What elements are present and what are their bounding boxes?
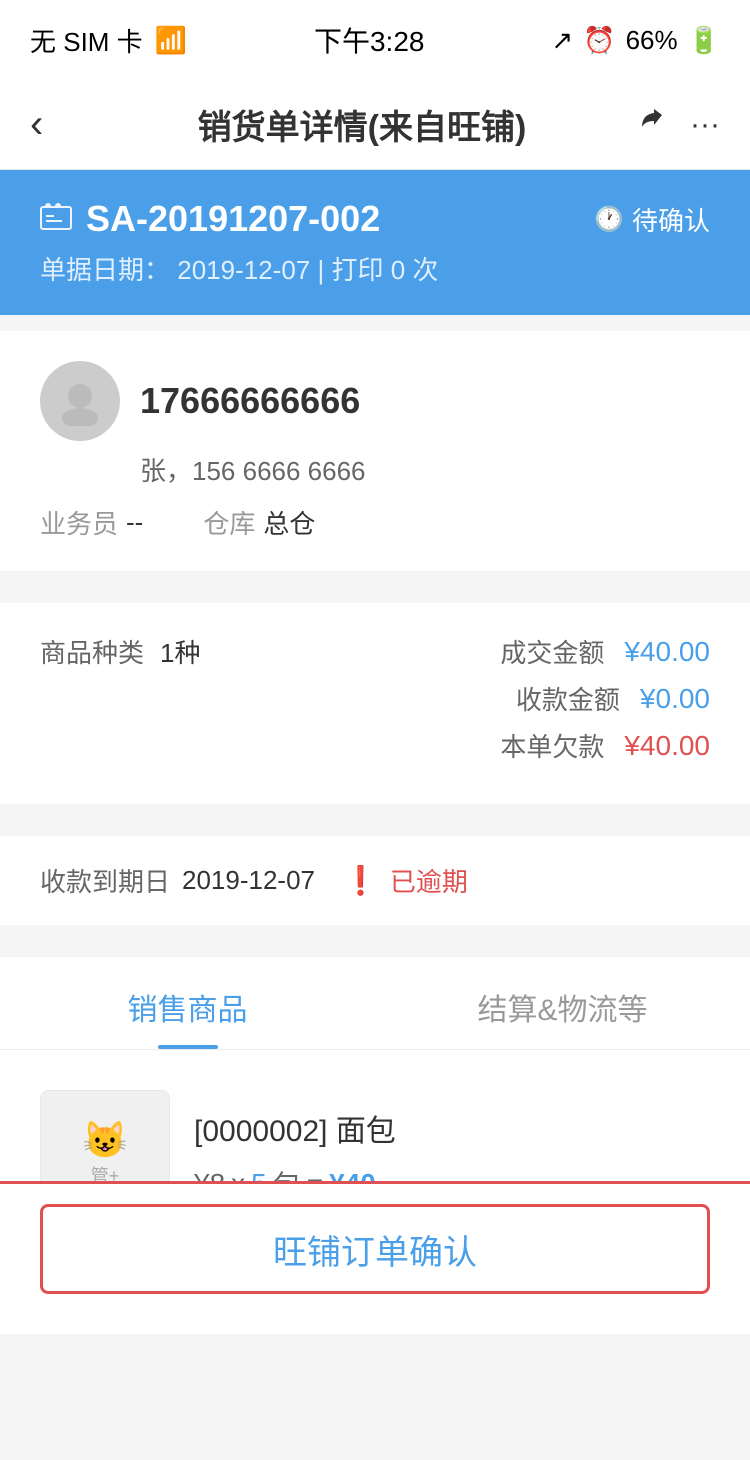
battery-icon: 🔋: [688, 25, 720, 56]
order-header-row: SA-20191207-002 🕐 待确认: [40, 198, 710, 240]
summary-right: 成交金额 ¥40.00 收款金额 ¥0.00 本单欠款 ¥40.00: [500, 633, 710, 774]
page-title: 销货单详情(来自旺铺): [90, 100, 634, 149]
received-value: ¥0.00: [640, 683, 710, 715]
received-label: 收款金额: [516, 680, 620, 717]
divider-3: [0, 820, 750, 836]
product-name: [0000002] 面包: [194, 1106, 710, 1150]
status-text: 待确认: [632, 201, 710, 238]
more-button[interactable]: ···: [690, 108, 720, 142]
salesperson-value: --: [126, 507, 143, 538]
warehouse-value: 总仓: [263, 504, 315, 541]
overdue-icon: ❗: [343, 864, 378, 897]
order-header-card: SA-20191207-002 🕐 待确认 单据日期： 2019-12-07 |…: [0, 170, 750, 315]
customer-phone: 17666666666: [140, 380, 360, 422]
product-title: 面包: [336, 1115, 396, 1148]
share-button[interactable]: [634, 103, 670, 147]
salesperson-label: 业务员: [40, 504, 118, 541]
salesperson-item: 业务员 --: [40, 504, 143, 541]
product-thumb-logo-container: 😺 管+: [83, 1122, 128, 1188]
clock-icon: 🕐: [594, 205, 624, 234]
warehouse-label: 仓库: [203, 504, 255, 541]
customer-meta: 业务员 -- 仓库 总仓: [40, 504, 710, 541]
product-code: [0000002]: [194, 1115, 327, 1148]
alarm-icon: ⏰: [583, 25, 615, 56]
received-row: 收款金额 ¥0.00: [500, 680, 710, 717]
bottom-action-bar: 旺铺订单确认: [0, 1181, 750, 1334]
status-right: ↗ ⏰ 66% 🔋: [551, 25, 720, 56]
status-time: 下午3:28: [314, 20, 425, 60]
summary-left: 商品种类 1种: [40, 633, 200, 670]
warehouse-item: 仓库 总仓: [203, 504, 315, 541]
tab-products[interactable]: 销售商品: [0, 957, 375, 1049]
divider-4: [0, 941, 750, 957]
confirm-order-button[interactable]: 旺铺订单确认: [40, 1204, 710, 1294]
overdue-text: 已逾期: [390, 862, 468, 899]
battery-text: 66%: [626, 25, 678, 56]
order-status: 🕐 待确认: [594, 201, 710, 238]
order-icon: [40, 198, 74, 240]
due-label: 收款到期日: [40, 862, 170, 899]
due-date-value: 2019-12-07: [182, 865, 315, 896]
order-date-line: 单据日期： 2019-12-07 | 打印 0 次: [40, 250, 710, 287]
summary-section: 商品种类 1种 成交金额 ¥40.00 收款金额 ¥0.00 本单欠款 ¥40.…: [0, 603, 750, 804]
order-number: SA-20191207-002: [40, 198, 380, 240]
customer-name: 张，156 6666 6666: [40, 451, 710, 488]
owed-value: ¥40.00: [624, 730, 710, 762]
nav-actions: ···: [634, 103, 720, 147]
owed-label: 本单欠款: [500, 727, 604, 764]
type-value: 1种: [160, 633, 200, 670]
wifi-icon: 📶: [155, 25, 187, 56]
status-bar: 无 SIM 卡 📶 下午3:28 ↗ ⏰ 66% 🔋: [0, 0, 750, 80]
avatar: [40, 361, 120, 441]
amount-value: ¥40.00: [624, 636, 710, 668]
status-left: 无 SIM 卡 📶: [30, 22, 187, 59]
tabs-container: 销售商品 结算&物流等: [0, 957, 750, 1050]
divider-2: [0, 587, 750, 603]
type-label: 商品种类: [40, 633, 144, 670]
amount-row: 成交金额 ¥40.00: [500, 633, 710, 670]
back-button[interactable]: ‹: [30, 102, 90, 147]
customer-section: 17666666666 张，156 6666 6666 业务员 -- 仓库 总仓: [0, 331, 750, 571]
due-section: 收款到期日 2019-12-07 ❗ 已逾期: [0, 836, 750, 925]
location-icon: ↗: [551, 25, 573, 56]
nav-bar: ‹ 销货单详情(来自旺铺) ···: [0, 80, 750, 170]
amount-label: 成交金额: [500, 633, 604, 670]
carrier-text: 无 SIM 卡: [30, 22, 143, 59]
owed-row: 本单欠款 ¥40.00: [500, 727, 710, 764]
customer-row: 17666666666: [40, 361, 710, 441]
divider-1: [0, 315, 750, 331]
tab-settlement[interactable]: 结算&物流等: [375, 957, 750, 1049]
